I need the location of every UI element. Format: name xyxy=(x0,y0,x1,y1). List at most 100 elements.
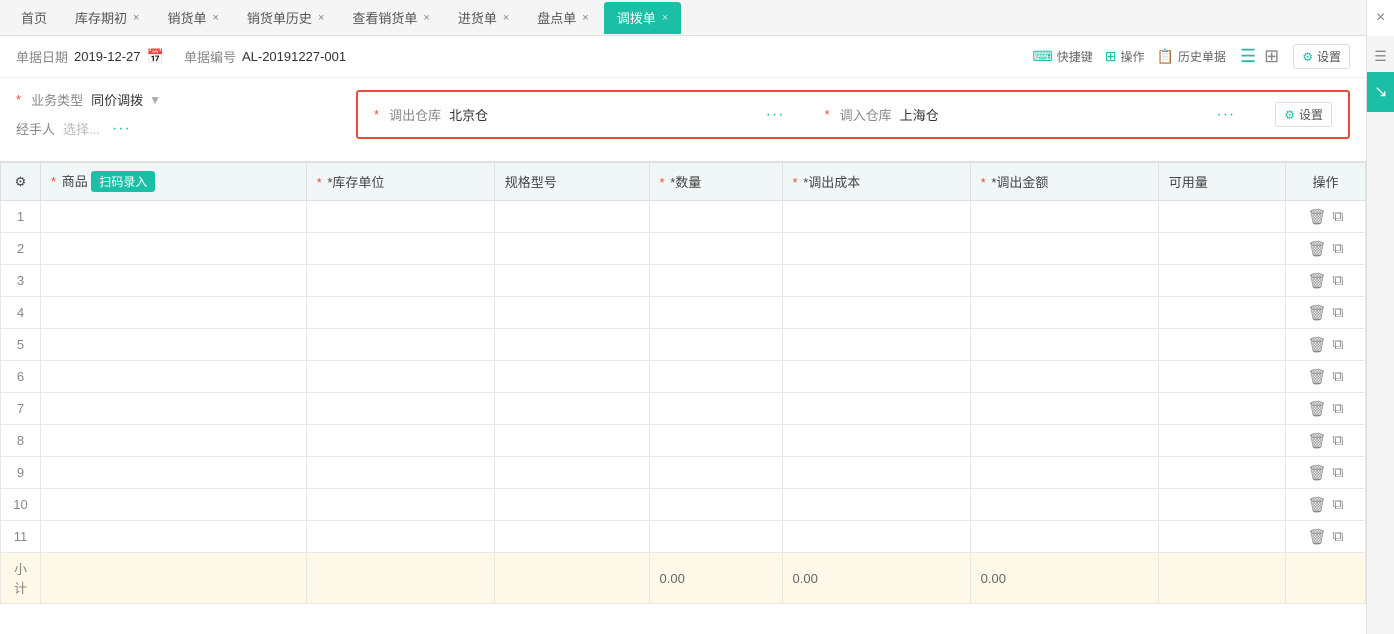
business-type-dropdown-icon[interactable]: ▼ xyxy=(149,93,161,107)
tab-inventory-init-close[interactable]: × xyxy=(133,12,139,24)
delete-icon-7[interactable]: 🗑 xyxy=(1308,400,1327,418)
row-9-qty[interactable] xyxy=(649,457,782,489)
row-3-cost[interactable] xyxy=(782,265,970,297)
row-5-amount[interactable] xyxy=(970,329,1158,361)
grid-view-icon[interactable]: ⊞ xyxy=(1262,44,1281,69)
row-7-qty[interactable] xyxy=(649,393,782,425)
row-8-cost[interactable] xyxy=(782,425,970,457)
row-10-amount[interactable] xyxy=(970,489,1158,521)
copy-icon-3[interactable]: ⧉ xyxy=(1333,272,1344,289)
delete-icon-1[interactable]: 🗑 xyxy=(1308,208,1327,226)
copy-icon-9[interactable]: ⧉ xyxy=(1333,464,1344,481)
row-8-amount[interactable] xyxy=(970,425,1158,457)
row-2-product[interactable] xyxy=(41,233,307,265)
tab-stocktake-close[interactable]: × xyxy=(582,12,588,24)
date-value[interactable]: 2019-12-27 xyxy=(74,49,141,64)
row-1-cost[interactable] xyxy=(782,201,970,233)
row-10-cost[interactable] xyxy=(782,489,970,521)
row-10-spec[interactable] xyxy=(494,489,649,521)
copy-icon-6[interactable]: ⧉ xyxy=(1333,368,1344,385)
tab-purchase-close[interactable]: × xyxy=(503,12,509,24)
section-settings-button[interactable]: ⚙ 设置 xyxy=(1275,102,1332,127)
handler-placeholder[interactable]: 选择... xyxy=(63,119,100,138)
row-9-product[interactable] xyxy=(41,457,307,489)
row-4-spec[interactable] xyxy=(494,297,649,329)
row-8-unit[interactable] xyxy=(306,425,494,457)
row-2-spec[interactable] xyxy=(494,233,649,265)
row-9-cost[interactable] xyxy=(782,457,970,489)
row-9-amount[interactable] xyxy=(970,457,1158,489)
row-3-amount[interactable] xyxy=(970,265,1158,297)
row-5-cost[interactable] xyxy=(782,329,970,361)
row-9-unit[interactable] xyxy=(306,457,494,489)
row-11-amount[interactable] xyxy=(970,521,1158,553)
delete-icon-4[interactable]: 🗑 xyxy=(1308,304,1327,322)
tab-purchase[interactable]: 进货单 × xyxy=(445,2,522,34)
copy-icon-10[interactable]: ⧉ xyxy=(1333,496,1344,513)
row-9-spec[interactable] xyxy=(494,457,649,489)
row-4-qty[interactable] xyxy=(649,297,782,329)
delete-icon-3[interactable]: 🗑 xyxy=(1308,272,1327,290)
row-1-qty[interactable] xyxy=(649,201,782,233)
tab-transfer-close[interactable]: × xyxy=(662,12,668,24)
row-3-product[interactable] xyxy=(41,265,307,297)
delete-icon-5[interactable]: 🗑 xyxy=(1308,336,1327,354)
operation-button[interactable]: ⊞ 操作 xyxy=(1105,48,1145,65)
delete-icon-9[interactable]: 🗑 xyxy=(1308,464,1327,482)
row-2-amount[interactable] xyxy=(970,233,1158,265)
row-11-product[interactable] xyxy=(41,521,307,553)
tab-sales-order-close[interactable]: × xyxy=(212,12,218,24)
tab-home[interactable]: 首页 xyxy=(8,2,60,34)
row-4-product[interactable] xyxy=(41,297,307,329)
row-11-spec[interactable] xyxy=(494,521,649,553)
tab-sales-history-close[interactable]: × xyxy=(318,12,324,24)
row-5-qty[interactable] xyxy=(649,329,782,361)
row-10-unit[interactable] xyxy=(306,489,494,521)
row-11-unit[interactable] xyxy=(306,521,494,553)
row-6-spec[interactable] xyxy=(494,361,649,393)
row-10-qty[interactable] xyxy=(649,489,782,521)
sidebar-list-btn[interactable]: ☰ xyxy=(1369,44,1393,68)
row-6-qty[interactable] xyxy=(649,361,782,393)
history-button[interactable]: 📋 历史单据 xyxy=(1157,48,1226,65)
row-7-unit[interactable] xyxy=(306,393,494,425)
shortcut-button[interactable]: ⌨ 快捷键 xyxy=(1033,48,1093,65)
copy-icon-4[interactable]: ⧉ xyxy=(1333,304,1344,321)
row-5-product[interactable] xyxy=(41,329,307,361)
row-5-unit[interactable] xyxy=(306,329,494,361)
tab-inventory-init[interactable]: 库存期初 × xyxy=(62,2,152,34)
settings-button[interactable]: ⚙ 设置 xyxy=(1293,44,1350,69)
warehouse-out-more-icon[interactable]: ··· xyxy=(766,106,785,124)
row-4-amount[interactable] xyxy=(970,297,1158,329)
copy-icon-5[interactable]: ⧉ xyxy=(1333,336,1344,353)
handler-more-icon[interactable]: ··· xyxy=(112,120,131,138)
business-type-select[interactable]: 同价调拨 ▼ xyxy=(91,90,251,109)
row-8-spec[interactable] xyxy=(494,425,649,457)
th-gear[interactable]: ⚙ xyxy=(1,163,41,201)
delete-icon-11[interactable]: 🗑 xyxy=(1308,528,1327,546)
copy-icon-1[interactable]: ⧉ xyxy=(1333,208,1344,225)
copy-icon-7[interactable]: ⧉ xyxy=(1333,400,1344,417)
row-7-cost[interactable] xyxy=(782,393,970,425)
row-6-cost[interactable] xyxy=(782,361,970,393)
copy-icon-11[interactable]: ⧉ xyxy=(1333,528,1344,545)
delete-icon-8[interactable]: 🗑 xyxy=(1308,432,1327,450)
row-8-qty[interactable] xyxy=(649,425,782,457)
row-10-product[interactable] xyxy=(41,489,307,521)
sidebar-expand-btn[interactable]: ↗ xyxy=(1367,72,1394,112)
calendar-icon[interactable]: 📅 xyxy=(147,48,164,65)
row-7-product[interactable] xyxy=(41,393,307,425)
list-view-icon[interactable]: ☰ xyxy=(1238,44,1258,69)
warehouse-in-more-icon[interactable]: ··· xyxy=(1216,106,1235,124)
row-7-spec[interactable] xyxy=(494,393,649,425)
row-3-unit[interactable] xyxy=(306,265,494,297)
tab-transfer[interactable]: 调拨单 × xyxy=(604,2,681,34)
window-close-button[interactable]: × xyxy=(1366,0,1394,36)
row-4-unit[interactable] xyxy=(306,297,494,329)
tab-view-sales-close[interactable]: × xyxy=(423,12,429,24)
row-3-qty[interactable] xyxy=(649,265,782,297)
row-4-cost[interactable] xyxy=(782,297,970,329)
row-5-spec[interactable] xyxy=(494,329,649,361)
scan-button[interactable]: 扫码录入 xyxy=(91,171,155,192)
copy-icon-2[interactable]: ⧉ xyxy=(1333,240,1344,257)
